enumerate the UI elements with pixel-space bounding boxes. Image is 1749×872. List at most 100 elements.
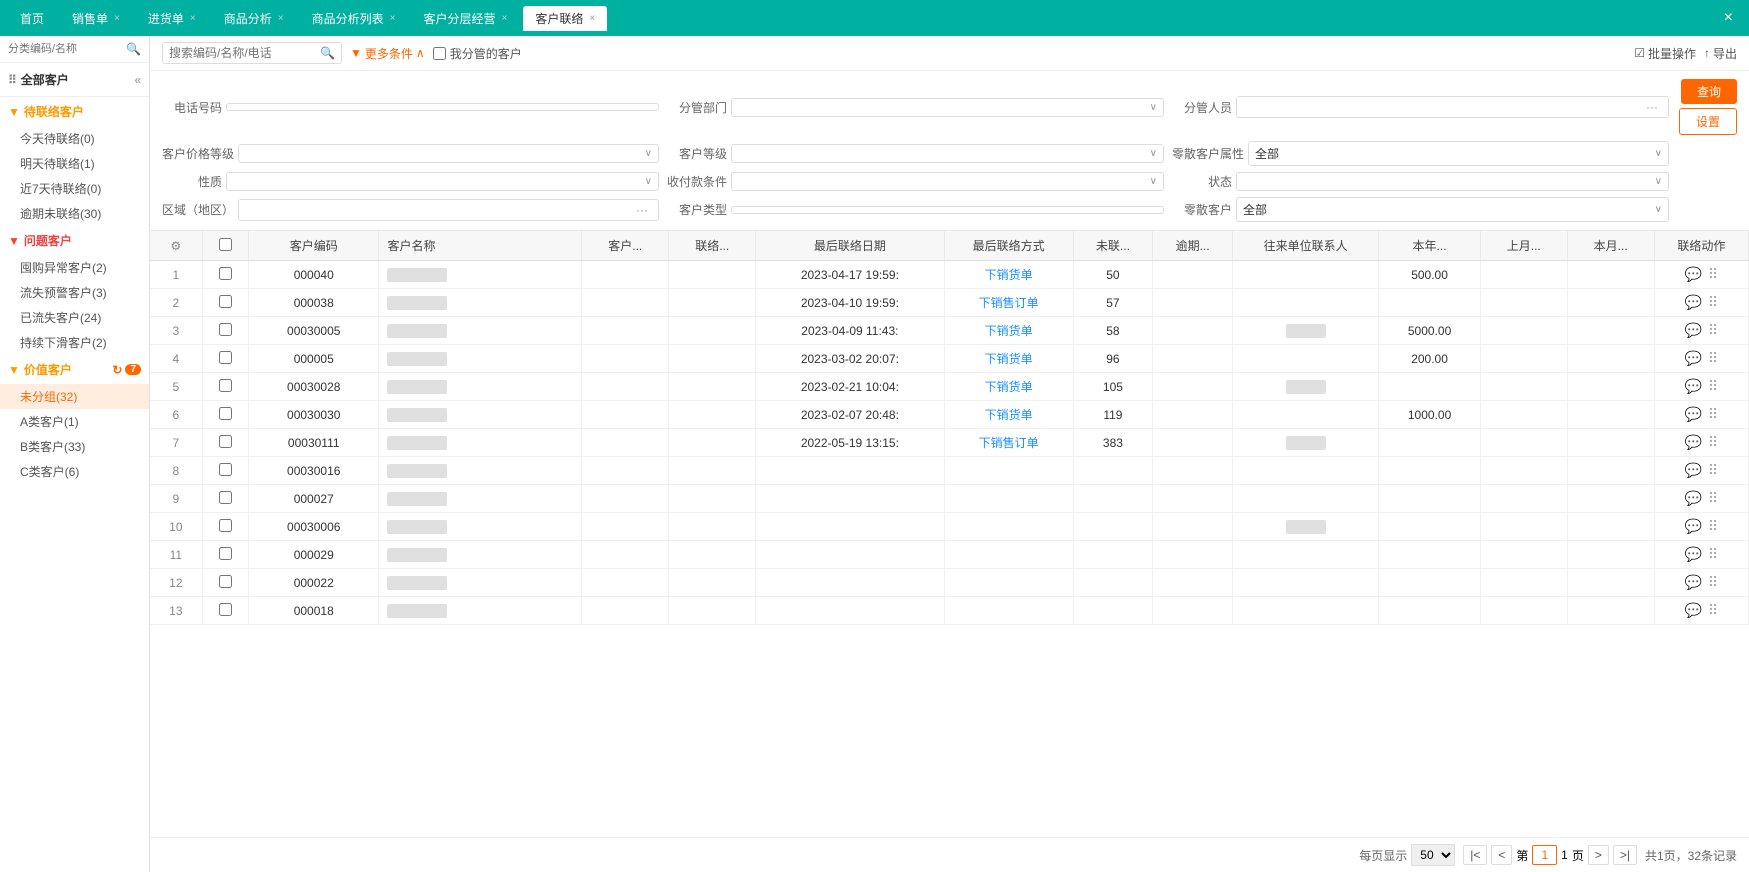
chat-icon[interactable]: 💬 [1684,490,1701,507]
sidebar-item-today[interactable]: 今天待联络(0) [0,126,149,151]
region-input[interactable]: ··· [238,199,659,221]
chat-icon[interactable]: 💬 [1684,294,1701,311]
product-analysis-close-icon[interactable]: × [278,13,284,24]
my-customers-checkbox[interactable] [433,47,446,60]
customer-tier-close-icon[interactable]: × [501,13,507,24]
nav-sales[interactable]: 销售单 × [60,6,132,31]
purchase-close-icon[interactable]: × [190,13,196,24]
row-checkbox[interactable] [219,351,232,364]
row-checkbox[interactable] [219,379,232,392]
qr-icon[interactable]: ⠿ [1708,266,1718,283]
sidebar-section-pending[interactable]: ▼ 待联络客户 [0,97,149,126]
last-way-link[interactable]: 下销货单 [985,352,1033,366]
sidebar-all-customers[interactable]: ⠿ 全部客户 « [0,63,149,97]
payment-select[interactable]: ∨ [731,172,1164,191]
product-analysis-list-close-icon[interactable]: × [390,13,396,24]
row-checkbox[interactable] [219,519,232,532]
qr-icon[interactable]: ⠿ [1708,434,1718,451]
qr-icon[interactable]: ⠿ [1708,294,1718,311]
chat-icon[interactable]: 💬 [1684,574,1701,591]
refresh-icon[interactable]: ↻ [112,363,122,377]
region-dots-icon[interactable]: ··· [632,203,652,217]
row-checkbox[interactable] [219,603,232,616]
last-way-link[interactable]: 下销货单 [985,408,1033,422]
chat-icon[interactable]: 💬 [1684,406,1701,423]
last-way-link[interactable]: 下销售订单 [979,436,1039,450]
reset-button[interactable]: 设置 [1679,108,1737,135]
sidebar-item-loss-warning[interactable]: 流失预警客户(3) [0,280,149,305]
first-page-btn[interactable]: |< [1463,845,1487,865]
nav-customer-tier[interactable]: 客户分层经营 × [411,6,519,31]
qr-icon[interactable]: ⠿ [1708,574,1718,591]
qr-icon[interactable]: ⠿ [1708,322,1718,339]
status-select[interactable]: ∨ [1236,172,1669,191]
sidebar-item-lost[interactable]: 已流失客户(24) [0,305,149,330]
chat-icon[interactable]: 💬 [1684,322,1701,339]
nav-customer-contact[interactable]: 客户联络 × [523,6,607,31]
chat-icon[interactable]: 💬 [1684,266,1701,283]
chat-icon[interactable]: 💬 [1684,546,1701,563]
qr-icon[interactable]: ⠿ [1708,350,1718,367]
chat-icon[interactable]: 💬 [1684,462,1701,479]
qr-icon[interactable]: ⠿ [1708,490,1718,507]
row-checkbox[interactable] [219,491,232,504]
row-checkbox[interactable] [219,267,232,280]
sidebar-item-c-class[interactable]: C类客户(6) [0,459,149,484]
row-checkbox[interactable] [219,407,232,420]
qr-icon[interactable]: ⠿ [1708,378,1718,395]
qr-icon[interactable]: ⠿ [1708,406,1718,423]
qr-icon[interactable]: ⠿ [1708,518,1718,535]
scatter-attr-select[interactable]: 全部∨ [1248,141,1669,166]
last-page-btn[interactable]: >| [1613,845,1637,865]
sidebar-section-problem[interactable]: ▼ 问题客户 [0,226,149,255]
customer-grade-select[interactable]: ∨ [731,144,1164,163]
next-page-btn[interactable]: > [1588,845,1609,865]
chat-icon[interactable]: 💬 [1684,434,1701,451]
sidebar-search-input[interactable] [8,43,122,55]
row-checkbox[interactable] [219,463,232,476]
export-btn[interactable]: ↑ 导出 [1704,45,1737,62]
per-page-dropdown[interactable]: 50 [1411,844,1455,866]
sidebar-item-overdue[interactable]: 逾期未联络(30) [0,201,149,226]
sales-close-icon[interactable]: × [114,13,120,24]
qr-icon[interactable]: ⠿ [1708,602,1718,619]
filter-search-icon[interactable]: 🔍 [320,46,335,60]
price-grade-select[interactable]: ∨ [238,144,659,163]
nature-select[interactable]: ∨ [226,172,659,191]
nav-purchase[interactable]: 进货单 × [136,6,208,31]
row-checkbox[interactable] [219,323,232,336]
prev-page-btn[interactable]: < [1491,845,1512,865]
sidebar-item-ungroup[interactable]: 未分组(32) [0,384,149,409]
filter-search-input[interactable] [169,46,316,60]
window-close-icon[interactable]: × [1716,9,1741,27]
sidebar-item-abnormal[interactable]: 囤购异常客户(2) [0,255,149,280]
query-button[interactable]: 查询 [1681,79,1737,104]
sidebar-item-declining[interactable]: 持续下滑客户(2) [0,330,149,355]
last-way-link[interactable]: 下销货单 [985,324,1033,338]
sidebar-item-week[interactable]: 近7天待联络(0) [0,176,149,201]
person-input[interactable]: ··· [1236,96,1669,118]
nav-product-analysis[interactable]: 商品分析 × [212,6,296,31]
row-checkbox[interactable] [219,547,232,560]
th-settings[interactable]: ⚙ [150,231,202,261]
scatter-customer-select[interactable]: 全部∨ [1236,197,1669,222]
row-checkbox[interactable] [219,575,232,588]
last-way-link[interactable]: 下销货单 [985,380,1033,394]
sidebar-item-tomorrow[interactable]: 明天待联络(1) [0,151,149,176]
sidebar-search-icon[interactable]: 🔍 [126,42,141,56]
chat-icon[interactable]: 💬 [1684,518,1701,535]
select-all-checkbox[interactable] [219,238,232,251]
nav-home[interactable]: 首页 [8,6,56,31]
dept-select[interactable]: ∨ [731,98,1164,117]
customer-contact-close-icon[interactable]: × [589,13,595,24]
sidebar-item-a-class[interactable]: A类客户(1) [0,409,149,434]
sidebar-section-value[interactable]: ▼ 价值客户 ↻ 7 [0,355,149,384]
qr-icon[interactable]: ⠿ [1708,546,1718,563]
customer-type-input[interactable] [731,206,1164,214]
batch-operations-btn[interactable]: ☑ 批量操作 [1634,45,1696,62]
phone-input[interactable] [226,103,659,111]
chat-icon[interactable]: 💬 [1684,378,1701,395]
last-way-link[interactable]: 下销售订单 [979,296,1039,310]
qr-icon[interactable]: ⠿ [1708,462,1718,479]
chat-icon[interactable]: 💬 [1684,602,1701,619]
